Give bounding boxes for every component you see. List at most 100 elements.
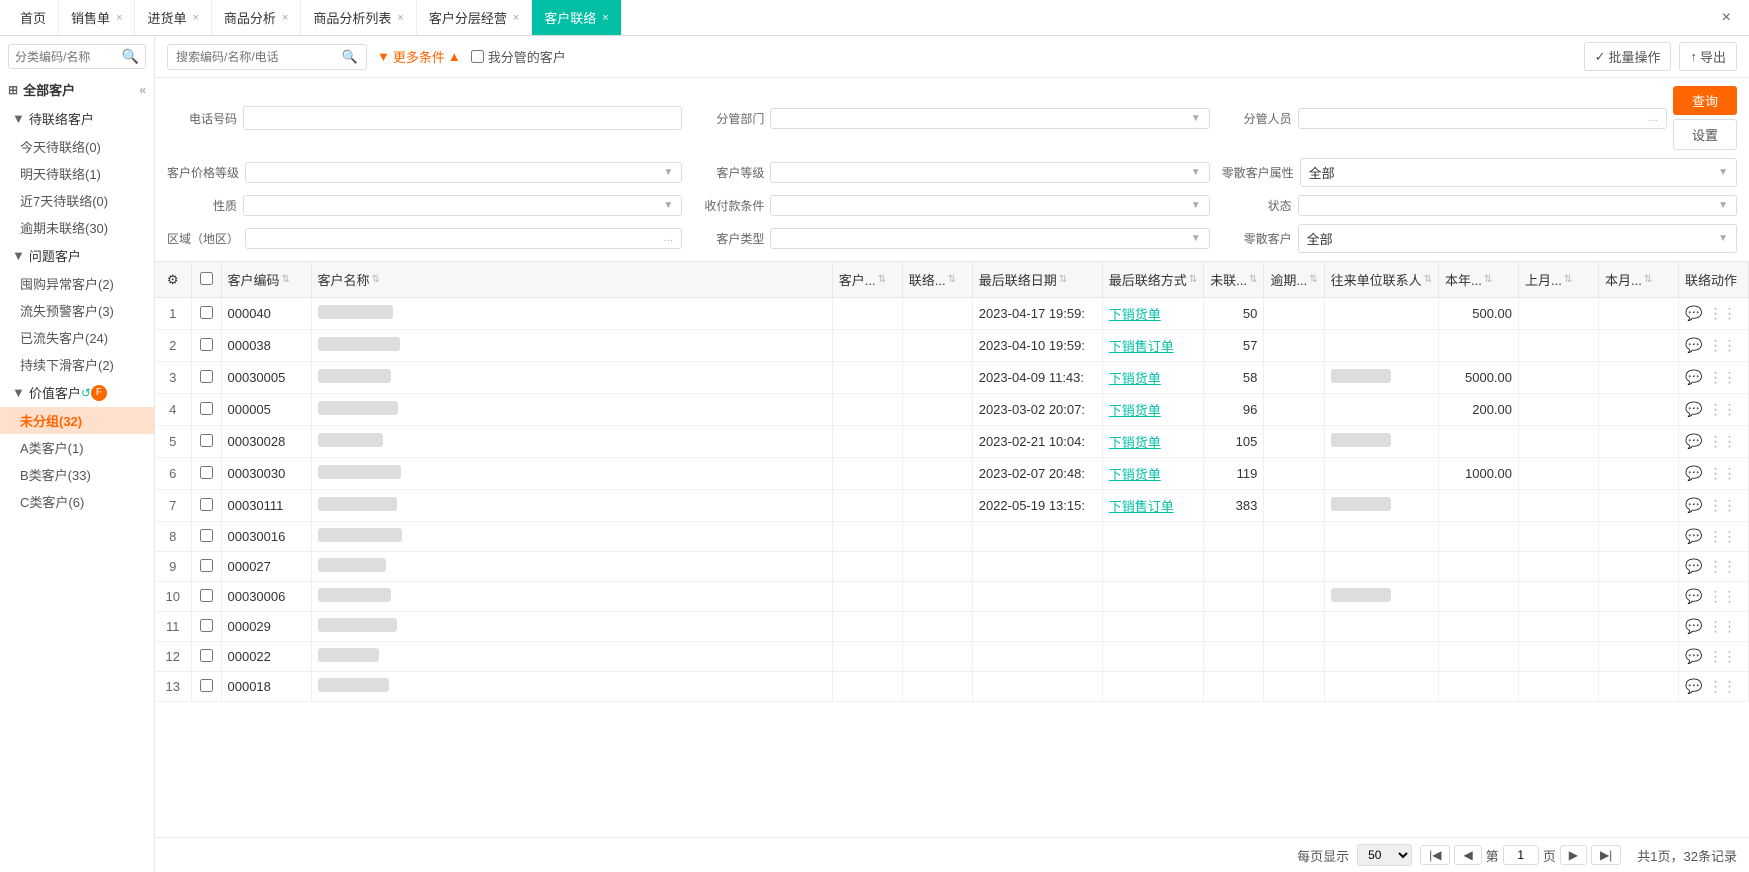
action-more-icon[interactable]: ⋮⋮ [1708,465,1736,482]
more-conditions-btn[interactable]: ▼ 更多条件 ▲ [377,47,461,66]
tab-home[interactable]: 首页 [8,0,59,36]
sidebar-item-today[interactable]: 今天待联络(0) [0,133,154,160]
action-more-icon[interactable]: ⋮⋮ [1708,305,1736,322]
this-month-sort-icon[interactable]: ⇅ [1644,274,1652,285]
window-close-button[interactable]: × [1712,9,1741,27]
cell-checkbox[interactable] [191,362,221,394]
action-chat-icon[interactable]: 💬 [1685,337,1702,354]
cell-checkbox[interactable] [191,458,221,490]
sidebar-item-lost[interactable]: 已流失客户(24) [0,324,154,351]
name-sort-icon[interactable]: ⇅ [372,274,380,285]
cell-checkbox[interactable] [191,330,221,362]
my-customers-check[interactable] [471,50,484,63]
cell-checkbox[interactable] [191,612,221,642]
cell-checkbox[interactable] [191,642,221,672]
page-last-btn[interactable]: ▶| [1591,845,1621,865]
action-chat-icon[interactable]: 💬 [1685,465,1702,482]
last-method-link[interactable]: 下销货单 [1109,467,1161,482]
action-more-icon[interactable]: ⋮⋮ [1708,528,1736,545]
search-input[interactable] [176,50,342,64]
tab-analysis-close[interactable]: × [282,12,288,24]
page-first-btn[interactable]: |◀ [1420,845,1450,865]
action-more-icon[interactable]: ⋮⋮ [1708,558,1736,575]
action-more-icon[interactable]: ⋮⋮ [1708,433,1736,450]
tab-analysis[interactable]: 商品分析 × [212,0,301,36]
sidebar-item-a-type[interactable]: A类客户(1) [0,434,154,461]
action-chat-icon[interactable]: 💬 [1685,497,1702,514]
nature-select[interactable]: ▼ [243,195,682,216]
zero-attr-select[interactable]: 全部 ▼ [1300,158,1737,187]
action-more-icon[interactable]: ⋮⋮ [1708,618,1736,635]
status-select[interactable]: ▼ [1298,195,1737,216]
action-chat-icon[interactable]: 💬 [1685,648,1702,665]
sidebar-item-c-type[interactable]: C类客户(6) [0,488,154,515]
tab-analysis-list-close[interactable]: × [397,12,403,24]
cell-checkbox[interactable] [191,522,221,552]
contacts-sort-icon[interactable]: ⇅ [1424,274,1432,285]
last-method-link[interactable]: 下销货单 [1109,435,1161,450]
action-more-icon[interactable]: ⋮⋮ [1708,497,1736,514]
page-input[interactable] [1503,845,1539,865]
action-chat-icon[interactable]: 💬 [1685,401,1702,418]
payment-select[interactable]: ▼ [770,195,1209,216]
cell-checkbox[interactable] [191,426,221,458]
action-more-icon[interactable]: ⋮⋮ [1708,678,1736,695]
tab-customer-contact[interactable]: 客户联络 × [532,0,621,36]
tab-analysis-list[interactable]: 商品分析列表 × [301,0,416,36]
action-more-icon[interactable]: ⋮⋮ [1708,401,1736,418]
action-chat-icon[interactable]: 💬 [1685,588,1702,605]
type-sort-icon[interactable]: ⇅ [878,274,886,285]
sidebar-group-pending[interactable]: ▼ 待联络客户 [0,104,154,133]
tab-customer-tier-close[interactable]: × [513,12,519,24]
query-button[interactable]: 查询 [1673,86,1737,115]
action-chat-icon[interactable]: 💬 [1685,558,1702,575]
action-chat-icon[interactable]: 💬 [1685,678,1702,695]
cell-checkbox[interactable] [191,298,221,330]
person-select[interactable]: … [1298,108,1667,129]
action-chat-icon[interactable]: 💬 [1685,528,1702,545]
sidebar-search-box[interactable]: 🔍 [8,44,146,69]
zero-cust-select[interactable]: 全部 ▼ [1298,224,1737,253]
sidebar-item-ungroup[interactable]: 未分组(32) [0,407,154,434]
tab-sales[interactable]: 销售单 × [59,0,135,36]
region-select[interactable]: … [245,228,682,249]
action-chat-icon[interactable]: 💬 [1685,433,1702,450]
export-button[interactable]: ↑ 导出 [1679,42,1737,71]
action-chat-icon[interactable]: 💬 [1685,369,1702,386]
sidebar-item-b-type[interactable]: B类客户(33) [0,461,154,488]
sidebar-group-problem[interactable]: ▼ 问题客户 [0,241,154,270]
code-sort-icon[interactable]: ⇅ [282,274,290,285]
unlink-sort-icon[interactable]: ⇅ [1249,274,1257,285]
cust-level-select[interactable]: ▼ [770,162,1209,183]
last-method-link[interactable]: 下销货单 [1109,371,1161,386]
action-more-icon[interactable]: ⋮⋮ [1708,337,1736,354]
tab-customer-contact-close[interactable]: × [602,12,608,24]
batch-ops-button[interactable]: ✓ 批量操作 [1584,42,1672,71]
action-chat-icon[interactable]: 💬 [1685,305,1702,322]
select-all-checkbox[interactable] [200,272,213,285]
cell-checkbox[interactable] [191,394,221,426]
my-customers-checkbox[interactable]: 我分管的客户 [471,47,566,66]
last-date-sort-icon[interactable]: ⇅ [1059,274,1067,285]
cell-checkbox[interactable] [191,490,221,522]
overdue-sort-icon[interactable]: ⇅ [1309,274,1317,285]
refresh-icon[interactable]: ↺ [81,386,91,400]
sidebar-all-customers[interactable]: ⊞ 全部客户 « [0,75,154,104]
cell-checkbox[interactable] [191,582,221,612]
page-next-btn[interactable]: ▶ [1560,845,1587,865]
last-method-link[interactable]: 下销货单 [1109,307,1161,322]
cell-checkbox[interactable] [191,552,221,582]
sidebar-item-abnormal[interactable]: 囤购异常客户(2) [0,270,154,297]
page-size-select[interactable]: 50 100 200 [1357,844,1412,866]
sidebar-collapse-icon[interactable]: « [139,83,146,97]
action-more-icon[interactable]: ⋮⋮ [1708,369,1736,386]
last-method-sort-icon[interactable]: ⇅ [1189,274,1197,285]
tab-purchase[interactable]: 进货单 × [135,0,211,36]
search-box[interactable]: 🔍 [167,44,367,70]
action-more-icon[interactable]: ⋮⋮ [1708,648,1736,665]
tab-purchase-close[interactable]: × [192,12,198,24]
price-level-select[interactable]: ▼ [245,162,682,183]
sidebar-search-input[interactable] [15,50,122,64]
th-settings[interactable]: ⚙ [155,262,191,298]
page-prev-btn[interactable]: ◀ [1454,845,1481,865]
